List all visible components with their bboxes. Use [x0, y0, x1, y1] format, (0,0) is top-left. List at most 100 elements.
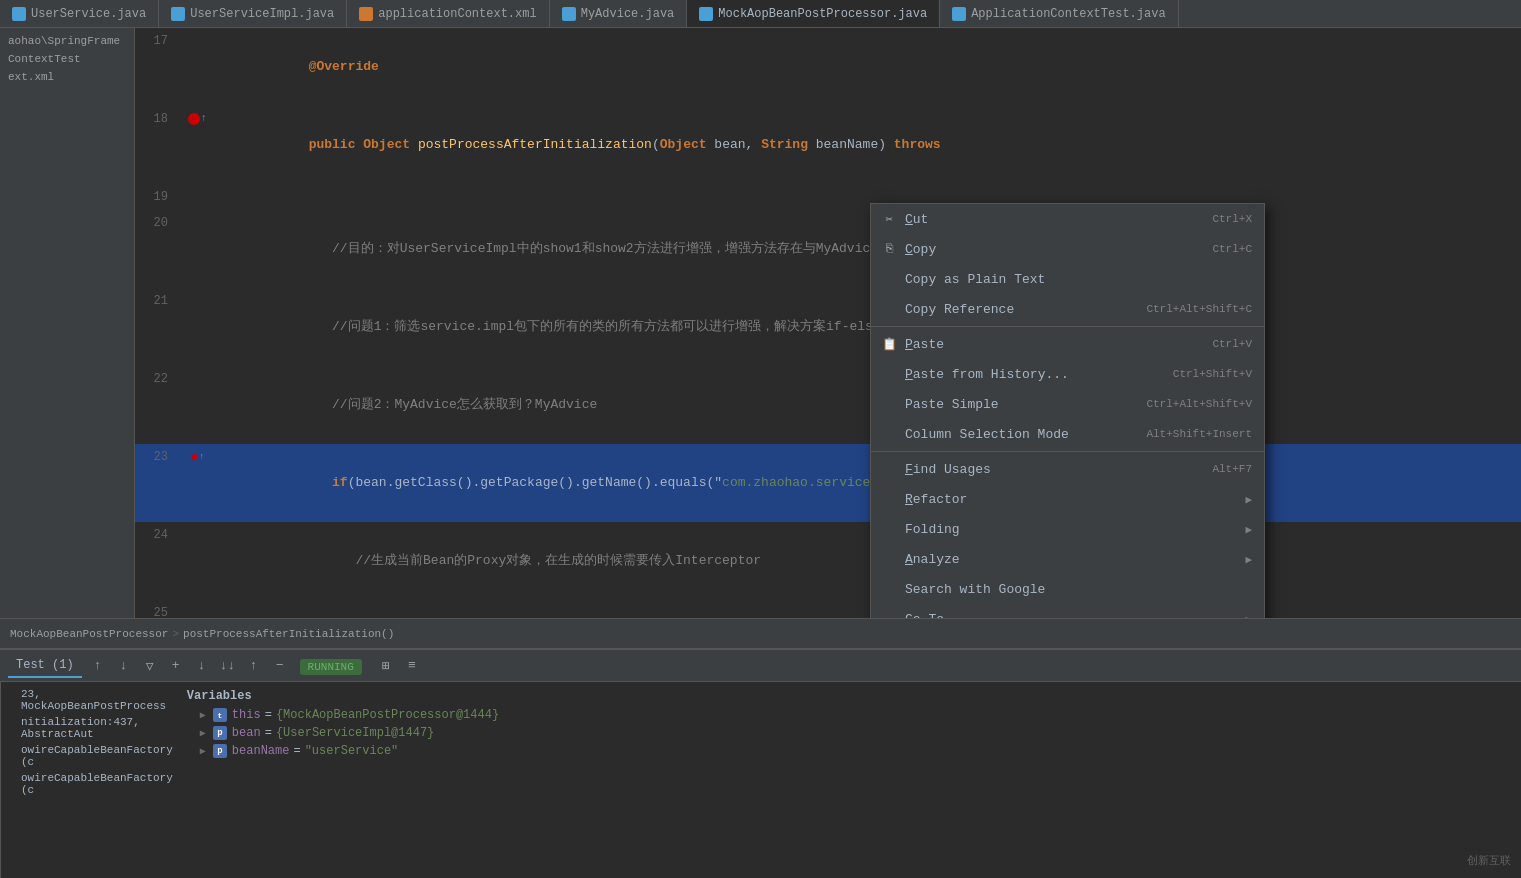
tab-userservice[interactable]: UserService.java [0, 0, 159, 28]
line-content: public Object postProcessAfterInitializa… [215, 106, 1521, 184]
tab-label: ApplicationContextTest.java [971, 7, 1165, 21]
menu-label-folding: Folding [905, 522, 1241, 537]
menu-item-paste-simple[interactable]: Paste Simple Ctrl+Alt+Shift+V [871, 389, 1264, 419]
menu-icon-empty [879, 269, 899, 289]
watermark: 创新互联 [1467, 853, 1511, 868]
menu-item-analyze[interactable]: Analyze ▶ [871, 544, 1264, 574]
menu-item-refactor[interactable]: Refactor ▶ [871, 484, 1264, 514]
tab-icon [12, 7, 26, 21]
menu-icon-empty3 [879, 364, 899, 384]
toolbar-btn-export1[interactable]: ↓ [192, 656, 212, 676]
menu-label-paste-history: Paste from History... [905, 367, 1153, 382]
line-gutter: ● ↑ [180, 444, 215, 470]
sidebar-item-springframe[interactable]: aohao\SpringFrame [0, 32, 134, 50]
menu-label-find-usages: Find Usages [905, 462, 1192, 477]
menu-item-find-usages[interactable]: Find Usages Alt+F7 [871, 454, 1264, 484]
tab-myadvice[interactable]: MyAdvice.java [550, 0, 688, 28]
bottom-content: 23, MockAopBeanPostProcess nitialization… [0, 682, 1521, 878]
menu-shortcut-cut: Ctrl+X [1212, 213, 1252, 225]
tab-appcontexttest[interactable]: ApplicationContextTest.java [940, 0, 1178, 28]
comment: //问题1：筛选service.impl包下的所有的类的所有方法都可以进行增强，… [332, 319, 881, 334]
menu-item-search-google[interactable]: Search with Google [871, 574, 1264, 604]
toolbar-btn-remove[interactable]: − [270, 656, 290, 676]
call-stack-item-4[interactable]: owireCapableBeanFactory (c [1, 770, 177, 798]
line-content: if(bean.getClass().getPackage().getName(… [215, 444, 1521, 522]
kw-if: if [332, 475, 348, 490]
kw-string: String [761, 137, 808, 152]
var-value-this: {MockAopBeanPostProcessor@1444} [276, 708, 499, 722]
sidebar-item-contexttest[interactable]: ContextTest [0, 50, 134, 68]
menu-label-paste: Paste [905, 337, 1192, 352]
menu-label-analyze: Analyze [905, 552, 1241, 567]
toolbar-btn-filter[interactable]: ▽ [140, 656, 160, 676]
var-name-bean: bean [232, 726, 261, 740]
line-content: //目的：对UserServiceImpl中的show1和show2方法进行增强… [215, 210, 1521, 288]
comment: //生成当前Bean的Proxy对象，在生成的时候需要传入Interceptor [355, 553, 761, 568]
method-name: postProcessAfterInitialization [418, 137, 652, 152]
line-number: 22 [135, 366, 180, 392]
call-stack-item-2[interactable]: nitialization:437, AbstractAut [1, 714, 177, 742]
menu-label-goto: Go To [905, 612, 1241, 619]
toolbar-btn-up[interactable]: ↑ [88, 656, 108, 676]
toolbar-btn-layout2[interactable]: ≡ [402, 656, 422, 676]
var-equals: = [265, 708, 272, 722]
var-type-icon-p2: p [213, 744, 227, 758]
variable-row-beanname[interactable]: ▶ p beanName = "userService" [177, 742, 1521, 760]
menu-item-copy[interactable]: ⎘ Copy Ctrl+C [871, 234, 1264, 264]
bottom-tab-test[interactable]: Test (1) [8, 654, 82, 678]
toolbar-btn-down[interactable]: ↓ [114, 656, 134, 676]
sidebar-item-extxml[interactable]: ext.xml [0, 68, 134, 86]
call-stack-label: nitialization:437, AbstractAut [21, 716, 167, 740]
menu-item-column-select[interactable]: Column Selection Mode Alt+Shift+Insert [871, 419, 1264, 449]
call-stack-item-3[interactable]: owireCapableBeanFactory (c [1, 742, 177, 770]
running-badge: RUNNING [300, 659, 362, 675]
editor-area[interactable]: 17 @Override 18 ↑ public Object postProc… [135, 28, 1521, 618]
menu-item-cut[interactable]: ✂ Cut Ctrl+X [871, 204, 1264, 234]
var-equals2: = [265, 726, 272, 740]
tab-userserviceimpl[interactable]: UserServiceImpl.java [159, 0, 347, 28]
menu-item-paste[interactable]: 📋 Paste Ctrl+V [871, 329, 1264, 359]
menu-label-cut: Cut [905, 212, 1192, 227]
submenu-arrow3-icon: ▶ [1245, 553, 1252, 566]
menu-label-copy-ref: Copy Reference [905, 302, 1126, 317]
breadcrumb: MockAopBeanPostProcessor > postProcessAf… [10, 628, 394, 640]
tab-icon [952, 7, 966, 21]
variable-row-this[interactable]: ▶ t this = {MockAopBeanPostProcessor@144… [177, 706, 1521, 724]
menu-label-copy: Copy [905, 242, 1192, 257]
call-stack-label: owireCapableBeanFactory (c [21, 772, 173, 796]
sidebar: aohao\SpringFrame ContextTest ext.xml [0, 28, 135, 618]
variable-row-bean[interactable]: ▶ p bean = {UserServiceImpl@1447} [177, 724, 1521, 742]
menu-item-paste-history[interactable]: Paste from History... Ctrl+Shift+V [871, 359, 1264, 389]
menu-item-copy-ref[interactable]: Copy Reference Ctrl+Alt+Shift+C [871, 294, 1264, 324]
code-line-18: 18 ↑ public Object postProcessAfterIniti… [135, 106, 1521, 184]
expand-triangle-icon: ▶ [197, 709, 209, 721]
tab-icon [562, 7, 576, 21]
toolbar-btn-export2[interactable]: ↓↓ [218, 656, 238, 676]
line-number: 17 [135, 28, 180, 54]
menu-shortcut-copy: Ctrl+C [1212, 243, 1252, 255]
tab-mockaop[interactable]: MockAopBeanPostProcessor.java [687, 0, 940, 28]
line-number: 19 [135, 184, 180, 210]
tab-bar: UserService.java UserServiceImpl.java ap… [0, 0, 1521, 28]
toolbar-btn-add[interactable]: + [166, 656, 186, 676]
line-content: //生成当前Bean的Proxy对象，在生成的时候需要传入Interceptor [215, 522, 1521, 600]
toolbar-btn-layout1[interactable]: ⊞ [376, 656, 396, 676]
code-line-21: 21 //问题1：筛选service.impl包下的所有的类的所有方法都可以进行… [135, 288, 1521, 366]
menu-item-copy-plain[interactable]: Copy as Plain Text [871, 264, 1264, 294]
toolbar-btn-import[interactable]: ↑ [244, 656, 264, 676]
call-stack-item-1[interactable]: 23, MockAopBeanPostProcess [1, 686, 177, 714]
menu-item-folding[interactable]: Folding ▶ [871, 514, 1264, 544]
menu-icon-empty6 [879, 459, 899, 479]
menu-label-column-select: Column Selection Mode [905, 427, 1126, 442]
menu-label-paste-simple: Paste Simple [905, 397, 1126, 412]
tab-applicationcontext[interactable]: applicationContext.xml [347, 0, 549, 28]
line-content: @Override [215, 28, 1521, 106]
line-content: Object beanProxy = Pro [215, 600, 1521, 618]
submenu-arrow2-icon: ▶ [1245, 523, 1252, 536]
menu-item-goto[interactable]: Go To ▶ [871, 604, 1264, 618]
expand-triangle3-icon: ▶ [197, 745, 209, 757]
line-gutter: ↑ [180, 106, 215, 132]
menu-shortcut-column: Alt+Shift+Insert [1146, 428, 1252, 440]
breadcrumb-class: MockAopBeanPostProcessor [10, 628, 168, 640]
paste-icon: 📋 [879, 334, 899, 354]
